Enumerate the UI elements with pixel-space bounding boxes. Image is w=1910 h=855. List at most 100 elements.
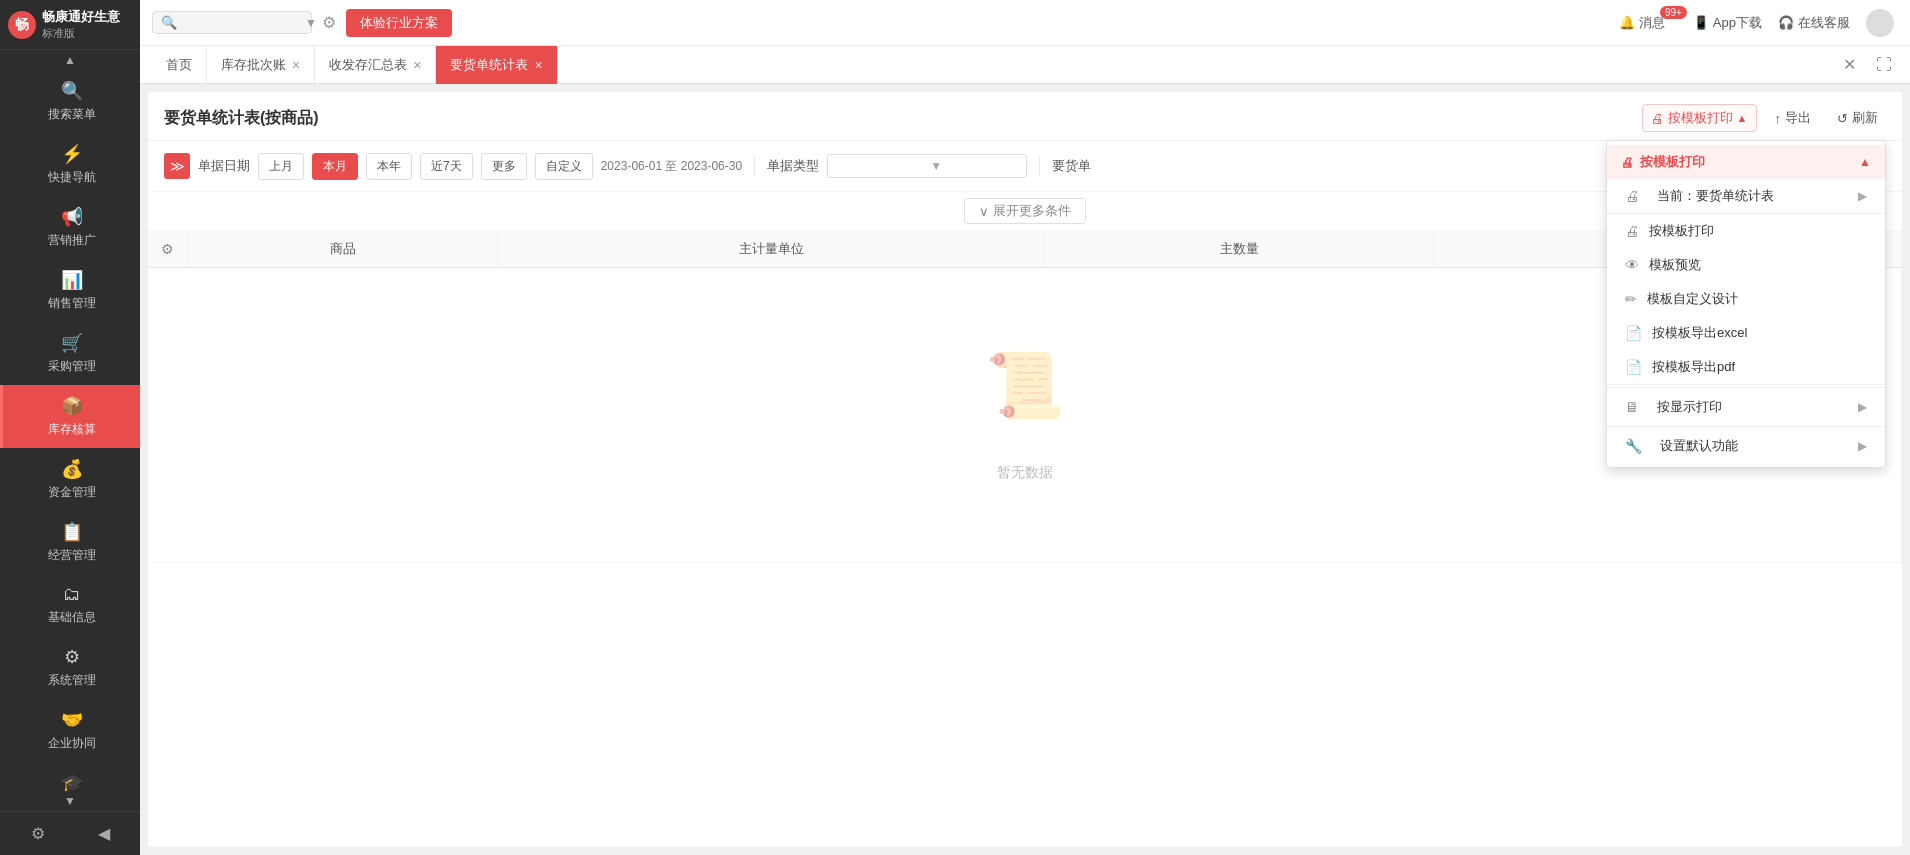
export-label: 导出 (1785, 109, 1811, 127)
sidebar-item-system[interactable]: ⚙ 系统管理 (0, 636, 140, 699)
date-custom-btn[interactable]: 自定义 (535, 153, 593, 180)
topbar-search-box[interactable]: 🔍 ▼ (152, 11, 312, 34)
th-unit-label: 主计量单位 (739, 241, 804, 256)
trial-button[interactable]: 体验行业方案 (346, 9, 452, 37)
tab-batch-account[interactable]: 库存批次账 × (207, 46, 315, 84)
date-current-month-btn[interactable]: 本月 (312, 153, 358, 180)
sidebar-item-inventory[interactable]: 📦 库存核算 (0, 385, 140, 448)
date-more-btn[interactable]: 更多 (481, 153, 527, 180)
sidebar-item-shortcut[interactable]: ⚡ 快捷导航 (0, 133, 140, 196)
template-print-button[interactable]: 🖨 按模板打印 ▲ (1642, 104, 1757, 132)
dropdown-item-3[interactable]: 📄 按模板导出excel (1607, 316, 1885, 350)
dropdown-item-4-icon: 📄 (1625, 359, 1642, 375)
refresh-button[interactable]: ↺ 刷新 (1829, 105, 1886, 131)
dropdown-item-3-icon: 📄 (1625, 325, 1642, 341)
dropdown-item-4[interactable]: 📄 按模板导出pdf (1607, 350, 1885, 384)
dropdown-title: 按模板打印 (1640, 153, 1705, 171)
scroll-up-arrow[interactable]: ▲ (0, 50, 140, 70)
sidebar-item-label: 销售管理 (48, 295, 96, 312)
sidebar-item-search[interactable]: 🔍 搜索菜单 (0, 70, 140, 133)
tab-close-collect[interactable]: × (413, 58, 421, 72)
dropdown-item-2-icon: ✏ (1625, 291, 1637, 307)
app-download-item[interactable]: 📱 App下载 (1693, 14, 1762, 32)
sidebar-item-label: 快捷导航 (48, 169, 96, 186)
tab-close-batch[interactable]: × (292, 58, 300, 72)
dropdown-item-1[interactable]: 👁 模板预览 (1607, 248, 1885, 282)
topbar-right-area: 🔔 消息 99+ 📱 App下载 🎧 在线客服 (1619, 9, 1898, 37)
dropdown-current-icon: 🖨 (1625, 188, 1639, 204)
sidebar-item-sales[interactable]: 📊 销售管理 (0, 259, 140, 322)
tab-close-order[interactable]: × (534, 58, 542, 72)
dropdown-divider-1 (1607, 387, 1885, 388)
dropdown-header[interactable]: 🖨 按模板打印 ▲ (1607, 145, 1885, 179)
th-product: 商品 (188, 231, 498, 268)
sidebar-item-label: 库存核算 (48, 421, 96, 438)
column-settings-icon[interactable]: ⚙ (161, 241, 174, 257)
tab-close-all-icon[interactable]: ✕ (1837, 53, 1862, 76)
date-prev-month-btn[interactable]: 上月 (258, 153, 304, 180)
dropdown-item-2[interactable]: ✏ 模板自定义设计 (1607, 282, 1885, 316)
th-quantity: 主数量 (1045, 231, 1434, 268)
money-icon: 💰 (61, 458, 83, 480)
bell-icon: 🔔 (1619, 15, 1635, 30)
app-badge: 标准版 (42, 26, 120, 40)
tab-order-stats[interactable]: 要货单统计表 × (436, 46, 557, 84)
dropdown-item-3-label: 按模板导出excel (1652, 324, 1747, 342)
chart-icon: 📊 (61, 269, 83, 291)
home-tab-label: 首页 (166, 56, 192, 74)
type-select[interactable]: ▼ (827, 154, 1027, 178)
dropdown-chevron-icon: ▲ (1859, 155, 1871, 169)
settings-icon[interactable]: ⚙ (23, 820, 53, 847)
sidebar-item-marketing[interactable]: 📢 营销推广 (0, 196, 140, 259)
tab-collect-summary[interactable]: 收发存汇总表 × (315, 46, 436, 84)
gear-icon: ⚙ (64, 646, 80, 668)
message-badge: 99+ (1660, 6, 1687, 19)
dropdown-item-1-icon: 👁 (1625, 257, 1639, 273)
avatar (1866, 9, 1894, 37)
export-button[interactable]: ↑ 导出 (1767, 105, 1820, 131)
app-download-label: App下载 (1713, 14, 1762, 32)
scroll-down-arrow[interactable]: ▼ (0, 791, 140, 811)
search-input[interactable] (181, 16, 301, 30)
graduate-icon: 🎓 (61, 772, 83, 791)
date-filter-label: 单据日期 (198, 157, 250, 175)
logo-icon: 畅 (8, 11, 36, 39)
filter-expand-button[interactable]: ≫ (164, 153, 190, 179)
dropdown-divider-2 (1607, 426, 1885, 427)
date-this-year-btn[interactable]: 本年 (366, 153, 412, 180)
dropdown-display-print[interactable]: 🖥 按显示打印 ▶ (1607, 390, 1885, 424)
tab-batch-label: 库存批次账 (221, 56, 286, 74)
search-chevron-icon[interactable]: ▼ (305, 16, 317, 30)
type-select-chevron: ▼ (930, 159, 1016, 173)
sidebar-item-management[interactable]: 📋 经营管理 (0, 511, 140, 574)
app-logo: 畅 畅康通好生意 标准版 (0, 0, 140, 50)
dropdown-set-default[interactable]: 🔧 设置默认功能 ▶ (1607, 429, 1885, 463)
topbar-gear-icon[interactable]: ⚙ (322, 13, 336, 32)
sidebar-item-purchase[interactable]: 🛒 采购管理 (0, 322, 140, 385)
date-7days-btn[interactable]: 近7天 (420, 153, 473, 180)
dropdown-item-0[interactable]: 🖨 按模板打印 (1607, 214, 1885, 248)
search-small-icon: 🔍 (161, 15, 177, 30)
tabbar-right: ✕ ⛶ (1837, 53, 1898, 76)
sidebar-item-basics[interactable]: 🗂 基础信息 (0, 574, 140, 636)
sidebar-item-collab[interactable]: 🤝 企业协同 (0, 699, 140, 762)
message-item[interactable]: 🔔 消息 99+ (1619, 14, 1677, 32)
tab-expand-icon[interactable]: ⛶ (1870, 54, 1898, 76)
expand-more-button[interactable]: ∨ 展开更多条件 (964, 198, 1086, 224)
th-product-label: 商品 (330, 241, 356, 256)
sidebar-item-guide[interactable]: 🎓 新手引导 (0, 762, 140, 791)
collapse-icon[interactable]: ◀ (90, 820, 118, 847)
online-service-item[interactable]: 🎧 在线客服 (1778, 14, 1850, 32)
th-settings[interactable]: ⚙ (148, 231, 188, 268)
empty-text: 暂无数据 (997, 464, 1053, 482)
dropdown-current-item[interactable]: 🖨 当前：要货单统计表 ▶ (1607, 179, 1885, 213)
export-icon: ↑ (1775, 111, 1782, 126)
user-avatar-item[interactable] (1866, 9, 1898, 37)
filter-separator-2 (1039, 156, 1040, 176)
tab-home[interactable]: 首页 (152, 46, 207, 84)
sidebar-item-label: 资金管理 (48, 484, 96, 501)
dropdown-items-section: 🖨 按模板打印 👁 模板预览 ✏ 模板自定义设计 📄 (1607, 214, 1885, 385)
sidebar-item-label: 企业协同 (48, 735, 96, 752)
sidebar-item-finance[interactable]: 💰 资金管理 (0, 448, 140, 511)
tab-order-label: 要货单统计表 (450, 56, 528, 74)
